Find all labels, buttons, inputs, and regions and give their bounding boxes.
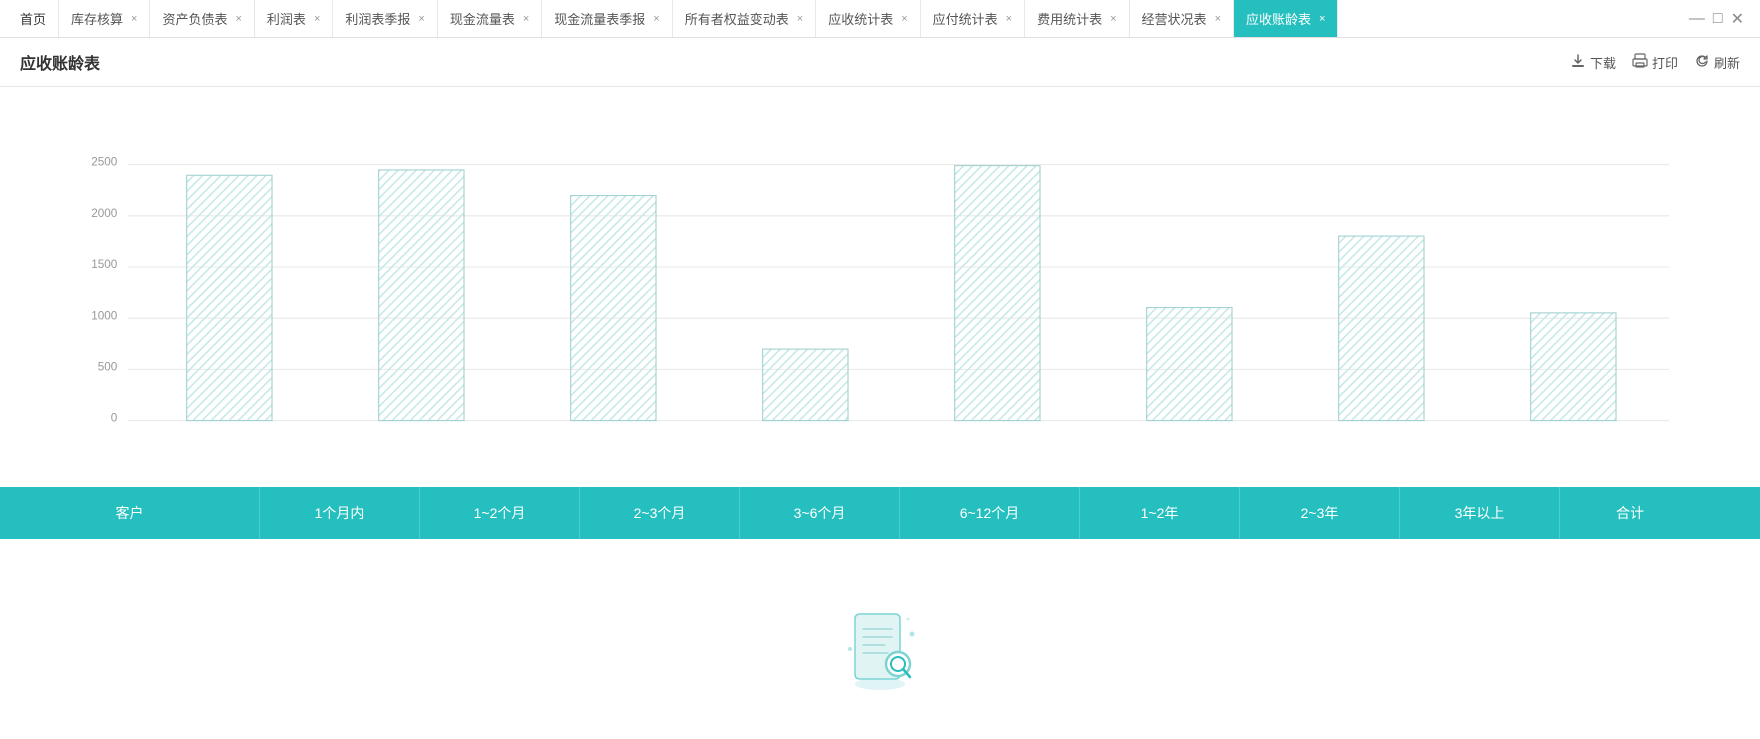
tab-close-cashflow-quarterly[interactable]: × [653,13,659,25]
tab-close-profit[interactable]: × [314,13,320,25]
header-month1_2: 1~2个月 [420,487,580,539]
tab-close-cashflow[interactable]: × [523,13,529,25]
header-total: 合计 [1560,487,1700,539]
svg-text:1500: 1500 [91,258,118,271]
bar-year3plus [1531,313,1616,421]
bar-year2-3 [1339,236,1424,421]
download-button[interactable]: 下载 [1570,53,1616,72]
bar-year1-2 [1147,308,1232,421]
header-month2_3: 2~3个月 [580,487,740,539]
tab-operation[interactable]: 经营状况表× [1130,0,1234,38]
bar-month2-3 [571,196,656,421]
download-label: 下载 [1590,53,1616,72]
window-actions: — □ ✕ [1689,9,1752,29]
tab-cashflow-quarterly[interactable]: 现金流量表季报× [542,0,672,38]
tab-cashflow[interactable]: 现金流量表× [438,0,542,38]
header-actions: 下载 打印 刷新 [1570,53,1740,72]
data-area [0,539,1760,739]
bar-month1-2 [379,170,464,421]
page-header: 应收账龄表 下载 打印 [0,38,1760,87]
tab-home[interactable]: 首页 [8,0,59,38]
svg-text:0: 0 [111,412,118,425]
svg-text:2000: 2000 [91,207,118,220]
tab-close-expense-stat[interactable]: × [1110,13,1116,25]
close-button[interactable]: ✕ [1731,9,1744,29]
tab-close-inventory[interactable]: × [131,13,137,25]
tab-balance[interactable]: 资产负债表× [150,0,254,38]
main-content: 0 500 1000 1500 2000 2500 [0,87,1760,739]
header-year2_3: 2~3年 [1240,487,1400,539]
tab-close-receivable-stat[interactable]: × [901,13,907,25]
print-button[interactable]: 打印 [1632,53,1678,72]
bar-month6-12 [955,166,1040,421]
tab-close-balance[interactable]: × [235,13,241,25]
tab-close-aging[interactable]: × [1319,13,1325,25]
svg-text:2500: 2500 [91,156,118,169]
tab-equity[interactable]: 所有者权益变动表× [673,0,816,38]
print-label: 打印 [1652,53,1678,72]
tab-receivable-stat[interactable]: 应收统计表× [816,0,920,38]
minimize-button[interactable]: — [1689,10,1705,28]
svg-text:500: 500 [98,360,118,373]
tab-close-operation[interactable]: × [1215,13,1221,25]
empty-illustration [830,599,930,699]
header-month1: 1个月内 [260,487,420,539]
tab-inventory[interactable]: 库存核算× [59,0,150,38]
refresh-label: 刷新 [1714,53,1740,72]
page-title: 应收账龄表 [20,50,100,74]
tab-profit[interactable]: 利润表× [255,0,333,38]
maximize-button[interactable]: □ [1713,10,1723,28]
bar-month1 [187,175,272,420]
tab-close-profit-quarterly[interactable]: × [418,13,424,25]
bar-month3-6 [763,349,848,420]
header-customer: 客户 [0,487,260,539]
header-month6_12: 6~12个月 [900,487,1080,539]
chart-area: 0 500 1000 1500 2000 2500 [0,87,1760,487]
tab-bar: 首页库存核算×资产负债表×利润表×利润表季报×现金流量表×现金流量表季报×所有者… [0,0,1760,38]
tab-aging[interactable]: 应收账龄表× [1234,0,1338,38]
refresh-icon [1694,53,1710,72]
download-icon [1570,53,1586,72]
tab-close-equity[interactable]: × [797,13,803,25]
chart-container: 0 500 1000 1500 2000 2500 [60,107,1700,427]
table-header: 客户1个月内1~2个月2~3个月3~6个月6~12个月1~2年2~3年3年以上合… [0,487,1760,539]
header-year1_2: 1~2年 [1080,487,1240,539]
tab-expense-stat[interactable]: 费用统计表× [1025,0,1129,38]
tabs-container: 首页库存核算×资产负债表×利润表×利润表季报×现金流量表×现金流量表季报×所有者… [8,0,1338,38]
header-year3plus: 3年以上 [1400,487,1560,539]
print-icon [1632,53,1648,72]
bar-chart: 0 500 1000 1500 2000 2500 [60,107,1700,427]
tab-payable-stat[interactable]: 应付统计表× [921,0,1025,38]
refresh-button[interactable]: 刷新 [1694,53,1740,72]
tab-close-payable-stat[interactable]: × [1006,13,1012,25]
svg-text:1000: 1000 [91,309,118,322]
empty-state [0,539,1760,739]
tab-profit-quarterly[interactable]: 利润表季报× [333,0,437,38]
header-month3_6: 3~6个月 [740,487,900,539]
